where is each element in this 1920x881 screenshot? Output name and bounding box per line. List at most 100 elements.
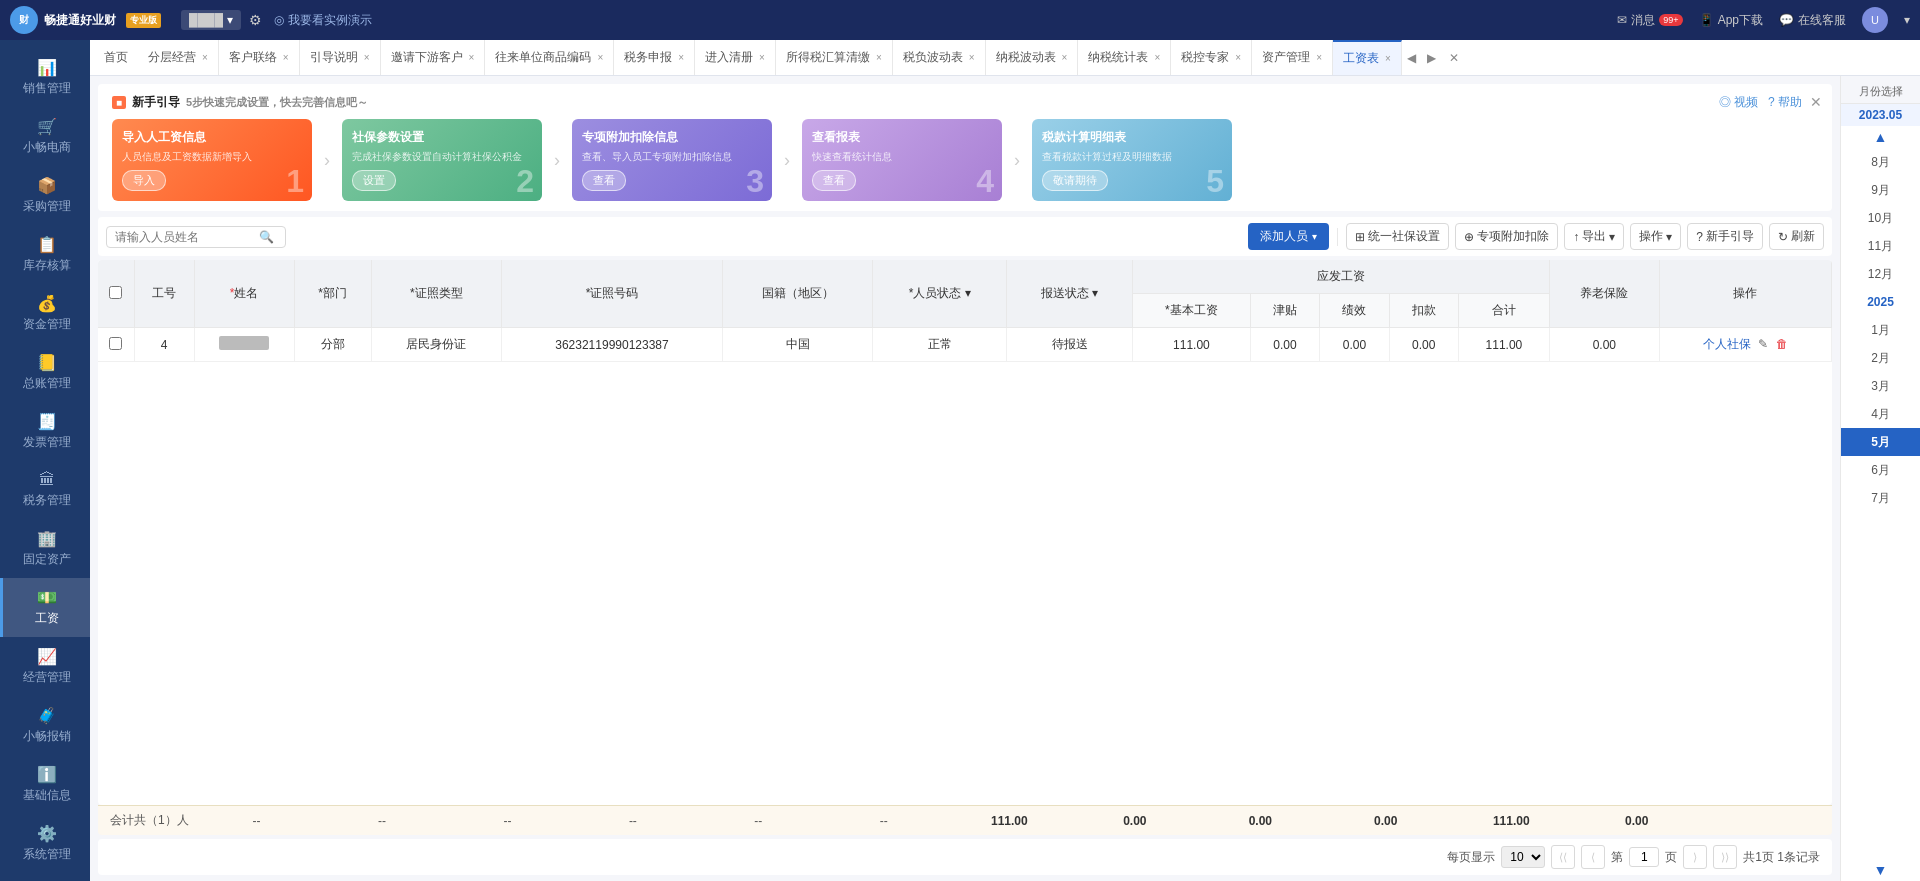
tab-item-6[interactable]: 进入清册 × <box>695 40 776 75</box>
newbie-guide-btn[interactable]: ? 新手引导 <box>1687 223 1763 250</box>
page-first-btn[interactable]: ⟨⟨ <box>1551 845 1575 869</box>
status-filter-icon[interactable]: ▾ <box>965 286 971 300</box>
sidebar-item-salary[interactable]: 💵 工资 <box>0 578 90 637</box>
month-item-7[interactable]: 7月 <box>1841 484 1920 512</box>
month-item-10[interactable]: 10月 <box>1841 204 1920 232</box>
month-item-11[interactable]: 11月 <box>1841 232 1920 260</box>
sidebar-item-assets[interactable]: 🏢 固定资产 <box>0 519 90 578</box>
demo-link[interactable]: ◎ 我要看实例演示 <box>274 12 372 29</box>
message-btn[interactable]: ✉ 消息 99+ <box>1617 12 1682 29</box>
tab-close-5[interactable]: × <box>678 52 684 63</box>
sidebar-item-sales[interactable]: 📊 销售管理 <box>0 48 90 107</box>
guide-step-3-btn[interactable]: 查看 <box>582 170 626 191</box>
guide-close-btn[interactable]: ✕ <box>1810 94 1822 110</box>
tab-item-11[interactable]: 税控专家 × <box>1171 40 1252 75</box>
page-next-btn[interactable]: ⟩ <box>1683 845 1707 869</box>
month-item-12[interactable]: 12月 <box>1841 260 1920 288</box>
page-last-btn[interactable]: ⟩⟩ <box>1713 845 1737 869</box>
row-ops-delete-icon[interactable]: 🗑 <box>1776 337 1788 351</box>
sidebar-item-expense[interactable]: 🧳 小畅报销 <box>0 696 90 755</box>
tab-item-12[interactable]: 资产管理 × <box>1252 40 1333 75</box>
month-item-8[interactable]: 8月 <box>1841 148 1920 176</box>
add-person-button[interactable]: 添加人员 ▾ <box>1248 223 1329 250</box>
tab-item-2[interactable]: 引导说明 × <box>300 40 381 75</box>
guide-step-4-btn[interactable]: 查看 <box>812 170 856 191</box>
tabs-close-all-btn[interactable]: ✕ <box>1444 48 1464 68</box>
month-item-9[interactable]: 9月 <box>1841 176 1920 204</box>
tab-close-9[interactable]: × <box>1062 52 1068 63</box>
row-ops-edit-icon[interactable]: ✎ <box>1758 337 1768 351</box>
month-item-4[interactable]: 4月 <box>1841 400 1920 428</box>
tab-item-7[interactable]: 所得税汇算清缴 × <box>776 40 893 75</box>
sidebar-item-capital[interactable]: 💰 资金管理 <box>0 284 90 343</box>
export-btn[interactable]: ↑ 导出 ▾ <box>1564 223 1624 250</box>
guide-video-link[interactable]: ◎ 视频 <box>1719 94 1758 111</box>
report-filter-icon[interactable]: ▾ <box>1092 286 1098 300</box>
month-up-btn[interactable]: ▲ <box>1841 126 1920 148</box>
tab-close-3[interactable]: × <box>469 52 475 63</box>
tab-item-3[interactable]: 邀请下游客户 × <box>381 40 486 75</box>
guide-step-2-btn[interactable]: 设置 <box>352 170 396 191</box>
page-prev-btn[interactable]: ⟨ <box>1581 845 1605 869</box>
sidebar-item-operations[interactable]: 📈 经营管理 <box>0 637 90 696</box>
user-menu[interactable]: ▾ <box>1904 13 1910 27</box>
online-service-btn[interactable]: 💬 在线客服 <box>1779 12 1846 29</box>
tab-close-8[interactable]: × <box>969 52 975 63</box>
sidebar-item-tax[interactable]: 🏛 税务管理 <box>0 461 90 519</box>
month-item-6[interactable]: 6月 <box>1841 456 1920 484</box>
sidebar-item-system[interactable]: ⚙️ 系统管理 <box>0 814 90 873</box>
guide-step-5-btn[interactable]: 敬请期待 <box>1042 170 1108 191</box>
select-all-checkbox[interactable] <box>109 286 122 299</box>
user-avatar[interactable]: U <box>1862 7 1888 33</box>
operations-btn[interactable]: 操作 ▾ <box>1630 223 1681 250</box>
tab-item-0[interactable]: 分层经营 × <box>138 40 219 75</box>
sidebar-item-ledger[interactable]: 📒 总账管理 <box>0 343 90 402</box>
tabs-prev-btn[interactable]: ◀ <box>1402 48 1422 68</box>
tab-close-2[interactable]: × <box>364 52 370 63</box>
app-download-btn[interactable]: 📱 App下载 <box>1699 12 1763 29</box>
month-down-btn[interactable]: ▼ <box>1841 859 1920 881</box>
tab-item-10[interactable]: 纳税统计表 × <box>1078 40 1171 75</box>
month-year-2025[interactable]: 2025 <box>1841 288 1920 316</box>
sidebar-item-collab[interactable]: 🤝 企业协同 <box>0 873 90 881</box>
sidebar-item-inventory[interactable]: 📋 库存核算 <box>0 225 90 284</box>
tab-close-12[interactable]: × <box>1316 52 1322 63</box>
tab-close-7[interactable]: × <box>876 52 882 63</box>
month-item-3[interactable]: 3月 <box>1841 372 1920 400</box>
tab-item-4[interactable]: 往来单位商品编码 × <box>485 40 614 75</box>
sidebar-item-basic-info[interactable]: ℹ️ 基础信息 <box>0 755 90 814</box>
tab-item-9[interactable]: 纳税波动表 × <box>986 40 1079 75</box>
tab-close-13[interactable]: × <box>1385 53 1391 64</box>
per-page-select[interactable]: 10 20 50 <box>1501 846 1545 868</box>
search-input[interactable] <box>115 230 255 244</box>
social-security-btn[interactable]: ⊞ 统一社保设置 <box>1346 223 1449 250</box>
month-item-5[interactable]: 5月 <box>1841 428 1920 456</box>
tab-close-0[interactable]: × <box>202 52 208 63</box>
row-checkbox[interactable] <box>109 337 122 350</box>
month-item-2[interactable]: 2月 <box>1841 344 1920 372</box>
tab-item-1[interactable]: 客户联络 × <box>219 40 300 75</box>
page-number-input[interactable]: 1 <box>1629 847 1659 867</box>
settings-icon[interactable]: ⚙ <box>249 12 262 28</box>
tab-close-1[interactable]: × <box>283 52 289 63</box>
tab-close-6[interactable]: × <box>759 52 765 63</box>
tab-item-5[interactable]: 税务申报 × <box>614 40 695 75</box>
guide-step-1-btn[interactable]: 导入 <box>122 170 166 191</box>
tab-item-8[interactable]: 税负波动表 × <box>893 40 986 75</box>
tab-item-13[interactable]: 工资表 × <box>1333 40 1402 75</box>
sidebar-item-purchase[interactable]: 📦 采购管理 <box>0 166 90 225</box>
tab-home[interactable]: 首页 <box>94 49 138 66</box>
tabs-next-btn[interactable]: ▶ <box>1422 48 1442 68</box>
guide-help-link[interactable]: ? 帮助 <box>1768 94 1802 111</box>
refresh-btn[interactable]: ↻ 刷新 <box>1769 223 1824 250</box>
month-item-1[interactable]: 1月 <box>1841 316 1920 344</box>
special-deduction-btn[interactable]: ⊕ 专项附加扣除 <box>1455 223 1558 250</box>
tab-close-10[interactable]: × <box>1154 52 1160 63</box>
tab-close-4[interactable]: × <box>597 52 603 63</box>
row-ops-personal[interactable]: 个人社保 <box>1703 337 1751 351</box>
search-input-wrap[interactable]: 🔍 <box>106 226 286 248</box>
company-selector[interactable]: ████ ▾ <box>181 10 241 30</box>
sidebar-item-ecommerce[interactable]: 🛒 小畅电商 <box>0 107 90 166</box>
tab-close-11[interactable]: × <box>1235 52 1241 63</box>
sidebar-item-invoice[interactable]: 🧾 发票管理 <box>0 402 90 461</box>
